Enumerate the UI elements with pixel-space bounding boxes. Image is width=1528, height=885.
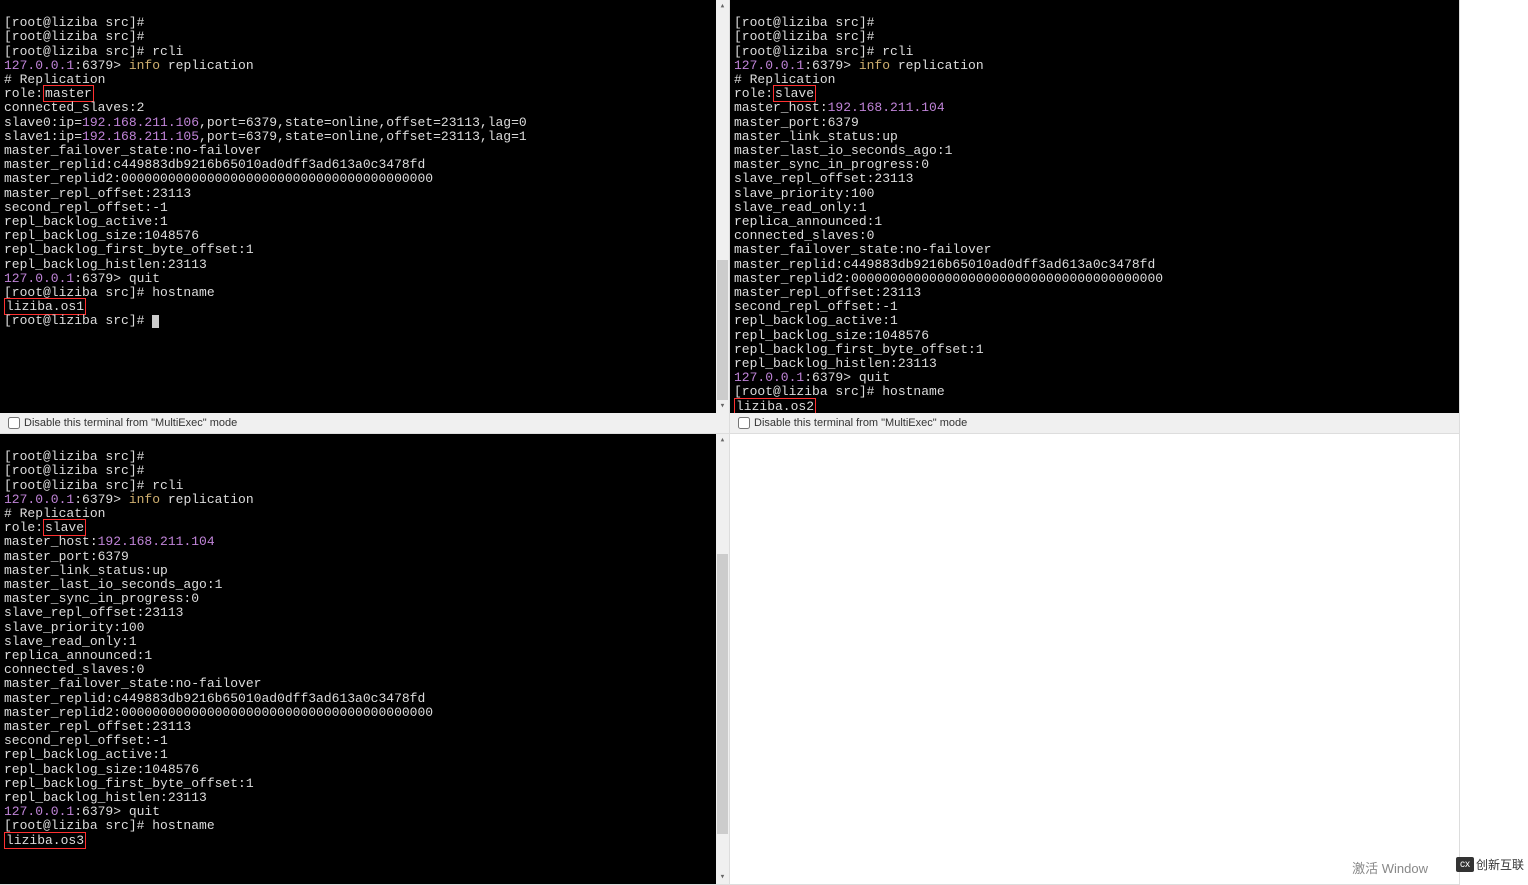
scroll-up-icon[interactable]: ▴ [716,434,729,447]
footer-label: Disable this terminal from "MultiExec" m… [754,417,967,429]
output-line: connected_slaves:2 [4,100,144,115]
output-line: master_failover_state:no-failover [4,143,261,158]
empty-pane [730,434,1460,885]
output-line: master_replid2:0000000000000000000000000… [4,705,433,720]
multiexec-checkbox[interactable] [8,417,20,429]
output-line: slave_read_only:1 [4,634,137,649]
output-line: master_link_status:up [734,129,898,144]
output-line: master_sync_in_progress:0 [734,157,929,172]
ip-address: 127.0.0.1 [4,271,74,286]
hostname-value: liziba.os3 [4,832,86,849]
output-line: repl_backlog_histlen:23113 [4,257,207,272]
terminal-output[interactable]: [root@liziba src]# [root@liziba src]# [r… [0,434,729,884]
terminal-output[interactable]: [root@liziba src]# [root@liziba src]# [r… [0,0,729,413]
footer-label: Disable this terminal from "MultiExec" m… [24,417,237,429]
prompt: [root@liziba src]# rcli [4,478,183,493]
ip-address: 127.0.0.1 [734,58,804,73]
output-line: master_last_io_seconds_ago:1 [734,143,952,158]
output-line: repl_backlog_first_byte_offset:1 [4,242,254,257]
output-line: master_replid2:0000000000000000000000000… [734,271,1163,286]
output-line: slave_repl_offset:23113 [4,605,183,620]
output-line: master_replid2:0000000000000000000000000… [4,171,433,186]
watermark: cx 创新互联 [1456,856,1524,873]
watermark-badge: cx [1456,857,1474,872]
output-line: master_last_io_seconds_ago:1 [4,577,222,592]
output-line: repl_backlog_first_byte_offset:1 [4,776,254,791]
output-line: connected_slaves:0 [734,228,874,243]
scroll-down-icon[interactable]: ▾ [716,871,729,884]
output-line: second_repl_offset:-1 [4,200,168,215]
pane-footer: Disable this terminal from "MultiExec" m… [0,413,729,433]
output-line: repl_backlog_active:1 [734,313,898,328]
pane-footer: Disable this terminal from "MultiExec" m… [730,413,1459,433]
output-line: master_repl_offset:23113 [4,719,191,734]
terminal-pane-slave3: [root@liziba src]# [root@liziba src]# [r… [0,434,730,885]
output-line: master_repl_offset:23113 [4,186,191,201]
prompt: [root@liziba src]# [4,29,144,44]
output-line: master_replid:c449883db9216b65010ad0dff3… [734,257,1155,272]
prompt: [root@liziba src]# rcli [4,44,183,59]
ip-address: 127.0.0.1 [4,492,74,507]
scrollbar[interactable]: ▴ ▾ [716,434,729,884]
multiexec-checkbox[interactable] [738,417,750,429]
output-line: slave_priority:100 [734,186,874,201]
prompt: [root@liziba src]# [4,449,144,464]
output-line: repl_backlog_size:1048576 [4,228,199,243]
prompt: [root@liziba src]# [4,463,144,478]
output-line: replica_announced:1 [734,214,882,229]
output-line: repl_backlog_first_byte_offset:1 [734,342,984,357]
output-line: connected_slaves:0 [4,662,144,677]
ip-address: 127.0.0.1 [4,58,74,73]
command: info [859,58,890,73]
output-line: slave_read_only:1 [734,200,867,215]
prompt: [root@liziba src]# [734,15,874,30]
slave-ip: 192.168.211.106 [82,115,199,130]
command: info [129,492,160,507]
ip-address: 127.0.0.1 [734,370,804,385]
scroll-up-icon[interactable]: ▴ [716,0,729,13]
scroll-down-icon[interactable]: ▾ [716,400,729,413]
scroll-thumb[interactable] [717,260,728,400]
output-line: master_repl_offset:23113 [734,285,921,300]
output-line: master_replid:c449883db9216b65010ad0dff3… [4,157,425,172]
windows-activate-text: 激活 Window [1352,858,1428,877]
output-line: master_port:6379 [4,549,129,564]
terminal-pane-slave2: [root@liziba src]# [root@liziba src]# [r… [730,0,1460,434]
output-line: second_repl_offset:-1 [4,733,168,748]
ip-address: 127.0.0.1 [4,804,74,819]
watermark-text: 创新互联 [1476,856,1524,873]
prompt: [root@liziba src]# [734,29,874,44]
output-line: replica_announced:1 [4,648,152,663]
output-line: master_replid:c449883db9216b65010ad0dff3… [4,691,425,706]
output-line: repl_backlog_histlen:23113 [4,790,207,805]
output-line: master_failover_state:no-failover [4,676,261,691]
prompt: [root@liziba src]# rcli [734,44,913,59]
prompt: [root@liziba src]# [4,15,144,30]
master-ip: 192.168.211.104 [828,100,945,115]
scroll-thumb[interactable] [717,554,728,834]
terminal-output[interactable]: [root@liziba src]# [root@liziba src]# [r… [730,0,1459,413]
output-line: repl_backlog_size:1048576 [734,328,929,343]
output-line: repl_backlog_histlen:23113 [734,356,937,371]
slave-ip: 192.168.211.105 [82,129,199,144]
output-line: repl_backlog_active:1 [4,747,168,762]
output-line: repl_backlog_active:1 [4,214,168,229]
output-line: second_repl_offset:-1 [734,299,898,314]
output-line: slave_repl_offset:23113 [734,171,913,186]
master-ip: 192.168.211.104 [98,534,215,549]
hostname-value: liziba.os2 [734,398,816,413]
output-line: master_port:6379 [734,115,859,130]
prompt: [root@liziba src]# [4,313,152,328]
output-line: master_sync_in_progress:0 [4,591,199,606]
output-line: slave_priority:100 [4,620,144,635]
output-line: master_failover_state:no-failover [734,242,991,257]
command: info [129,58,160,73]
output-line: master_link_status:up [4,563,168,578]
empty-area [730,434,1459,884]
output-line: repl_backlog_size:1048576 [4,762,199,777]
scrollbar[interactable]: ▴ ▾ [716,0,729,413]
terminal-pane-master: [root@liziba src]# [root@liziba src]# [r… [0,0,730,434]
cursor-icon [152,315,159,328]
